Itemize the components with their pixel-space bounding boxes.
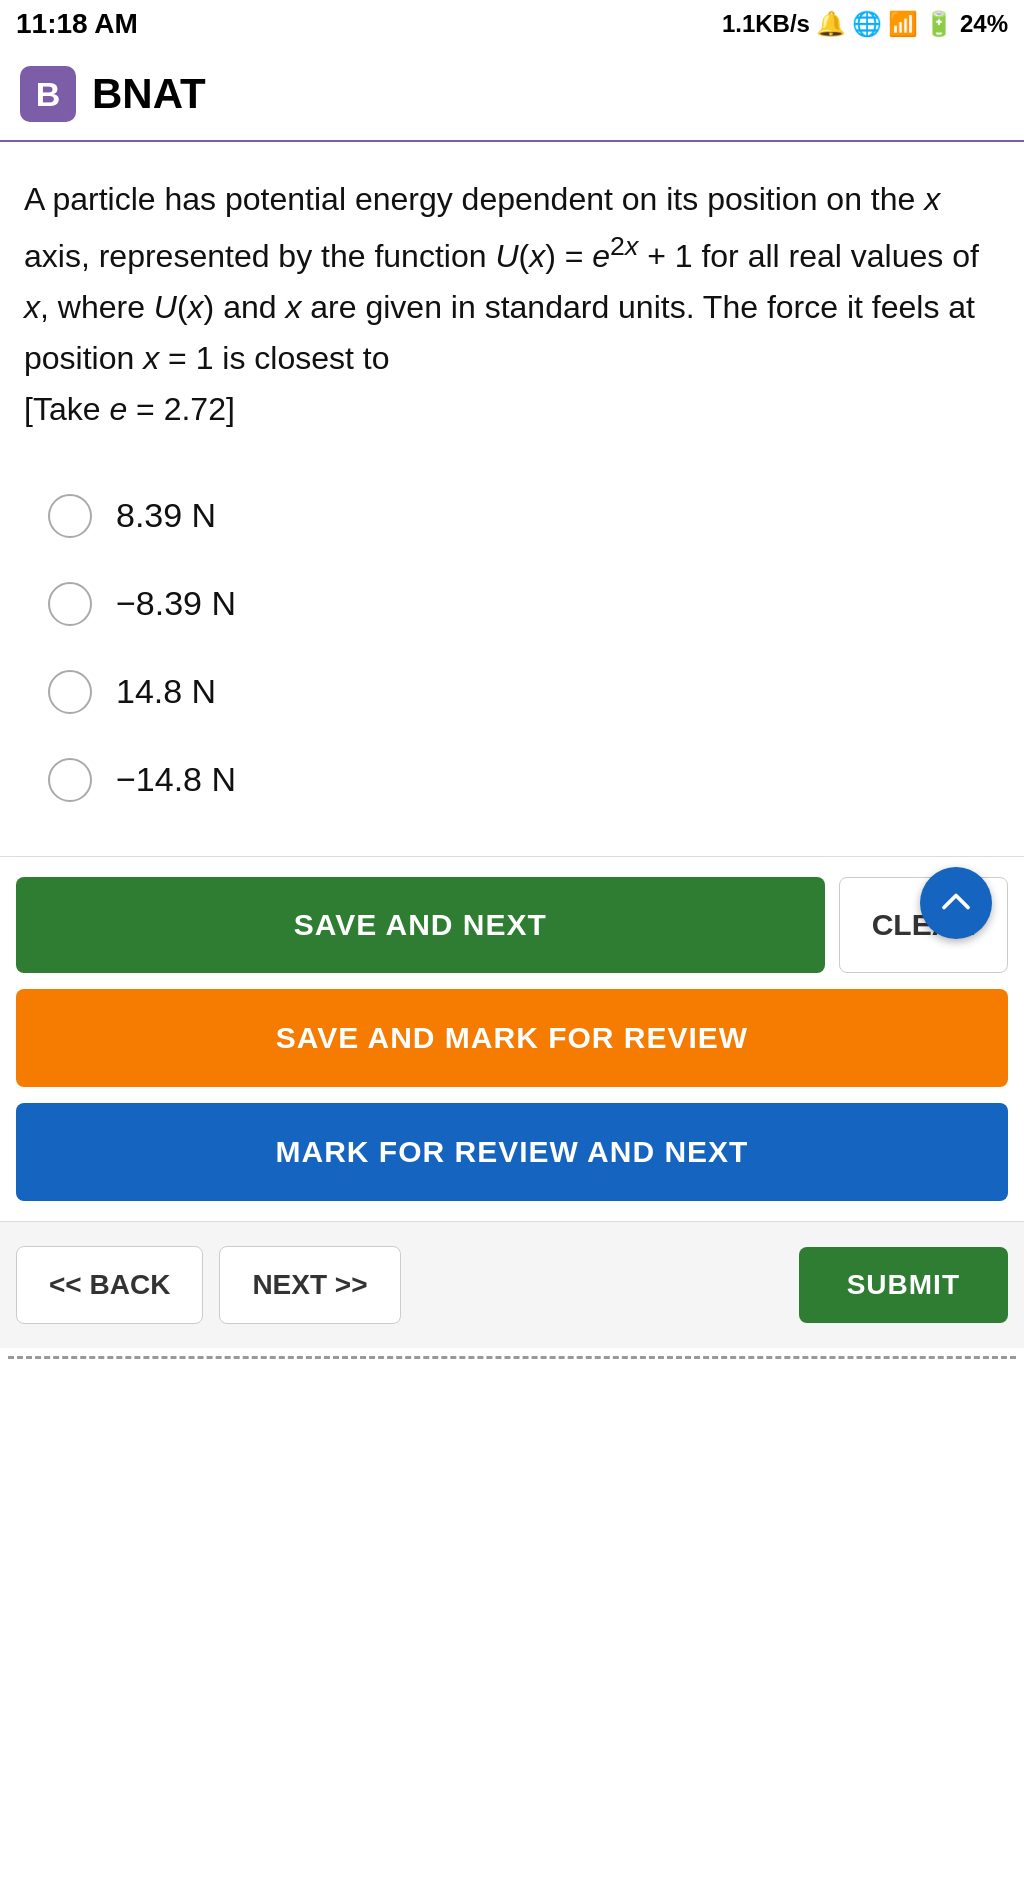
status-bar: 11:18 AM 1.1KB/s 🔔 🌐 📶 🔋 24% <box>0 0 1024 48</box>
logo-letter: B <box>36 75 61 114</box>
question-area: A particle has potential energy dependen… <box>0 142 1024 844</box>
submit-button[interactable]: SUBMIT <box>799 1247 1008 1323</box>
option-label-1: 8.39 N <box>116 496 216 535</box>
app-logo: B <box>20 66 76 122</box>
signal-bars-icon: 📶 <box>888 10 918 38</box>
battery-icon: 🔋 <box>924 10 954 38</box>
option-item[interactable]: −14.8 N <box>40 736 984 824</box>
signal-icon: 🔔 <box>816 10 846 38</box>
lte-icon: 🌐 <box>852 10 882 38</box>
status-right: 1.1KB/s 🔔 🌐 📶 🔋 24% <box>722 10 1008 38</box>
option-item[interactable]: −8.39 N <box>40 560 984 648</box>
dashed-border <box>8 1356 1016 1359</box>
save-and-mark-for-review-button[interactable]: SAVE AND MARK FOR REVIEW <box>16 989 1008 1087</box>
status-time: 11:18 AM <box>16 8 138 40</box>
app-title: BNAT <box>92 70 206 118</box>
option-item[interactable]: 8.39 N <box>40 472 984 560</box>
option-item[interactable]: 14.8 N <box>40 648 984 736</box>
battery-percent: 24% <box>960 10 1008 38</box>
option-label-2: −8.39 N <box>116 584 236 623</box>
network-speed: 1.1KB/s <box>722 10 810 38</box>
options-list: 8.39 N −8.39 N 14.8 N −14.8 N <box>24 472 1000 824</box>
app-header: B BNAT <box>0 48 1024 142</box>
radio-option-4[interactable] <box>48 758 92 802</box>
save-and-next-button[interactable]: SAVE AND NEXT <box>16 877 825 973</box>
next-button[interactable]: NEXT >> <box>219 1246 400 1324</box>
radio-option-1[interactable] <box>48 494 92 538</box>
arrow-up-icon <box>938 885 974 921</box>
action-buttons-area: SAVE AND NEXT CLEAR SAVE AND MARK FOR RE… <box>0 857 1024 1221</box>
main-content: A particle has potential energy dependen… <box>0 142 1024 1359</box>
option-label-4: −14.8 N <box>116 760 236 799</box>
radio-option-2[interactable] <box>48 582 92 626</box>
nav-buttons-area: << BACK NEXT >> SUBMIT <box>0 1221 1024 1348</box>
row-buttons: SAVE AND NEXT CLEAR <box>16 877 1008 973</box>
option-label-3: 14.8 N <box>116 672 216 711</box>
mark-for-review-and-next-button[interactable]: MARK FOR REVIEW AND NEXT <box>16 1103 1008 1201</box>
scroll-up-button[interactable] <box>920 867 992 939</box>
radio-option-3[interactable] <box>48 670 92 714</box>
question-text: A particle has potential energy dependen… <box>24 174 1000 436</box>
back-button[interactable]: << BACK <box>16 1246 203 1324</box>
